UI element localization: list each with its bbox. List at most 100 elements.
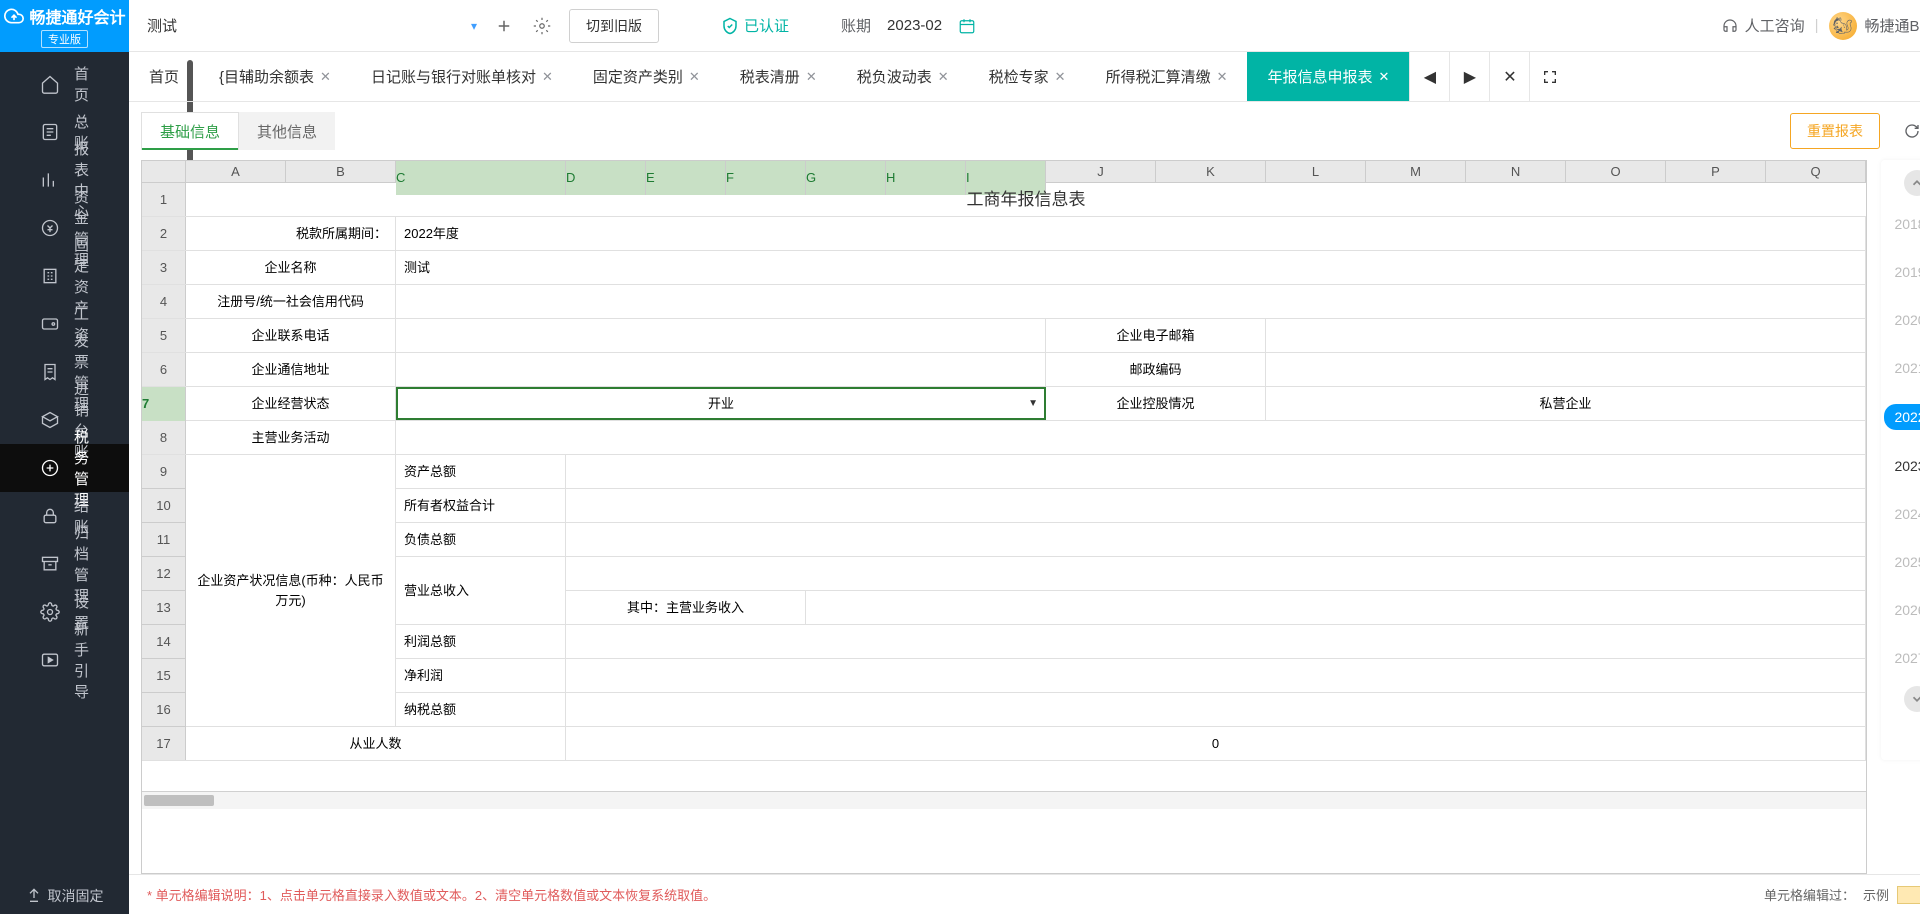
close-icon[interactable]: ✕ (320, 69, 331, 85)
cell[interactable]: 资产总额 (396, 455, 566, 488)
subtab-other[interactable]: 其他信息 (239, 112, 335, 150)
colhdr-m[interactable]: M (1366, 161, 1466, 182)
merged-cell[interactable]: 企业资产状况信息(币种：人民币万元) (186, 455, 396, 727)
rowhdr[interactable]: 14 (142, 625, 185, 659)
cell[interactable] (396, 353, 1046, 386)
nav-reports[interactable]: 报表中心 (0, 156, 129, 204)
close-icon[interactable]: ✕ (806, 69, 817, 85)
close-icon[interactable]: ✕ (938, 69, 949, 85)
rowhdr[interactable]: 3 (142, 251, 186, 284)
horizontal-scrollbar[interactable] (142, 791, 1866, 809)
year-up-button[interactable] (1904, 170, 1920, 196)
year-option-active[interactable]: 2022年 (1884, 404, 1920, 430)
cell[interactable] (566, 659, 1866, 692)
cell[interactable]: 所有者权益合计 (396, 489, 566, 522)
cell[interactable] (1266, 319, 1866, 352)
cell[interactable] (566, 557, 1866, 590)
cell[interactable]: 企业控股情况 (1046, 387, 1266, 420)
tabs-close-button[interactable]: ✕ (1489, 52, 1529, 101)
cell[interactable] (566, 455, 1866, 488)
tab-asset-cat[interactable]: 固定资产类别✕ (573, 52, 720, 101)
year-option[interactable]: 2021年 (1894, 344, 1920, 392)
nav-psi[interactable]: 进销台账 (0, 396, 129, 444)
cell[interactable]: 企业联系电话 (186, 319, 396, 352)
cell[interactable] (566, 625, 1866, 658)
year-option[interactable]: 2020年 (1894, 296, 1920, 344)
cell[interactable]: 纳税总额 (396, 693, 566, 726)
select-all-corner[interactable] (142, 161, 186, 182)
rowhdr[interactable]: 2 (142, 217, 186, 250)
cell[interactable]: 0 (566, 727, 1866, 760)
nav-salary[interactable]: 工资 (0, 300, 129, 348)
spreadsheet[interactable]: A B C D E F G H I J K L M N O P Q (141, 160, 1867, 874)
tab-tax-move[interactable]: 税负波动表✕ (837, 52, 969, 101)
nav-funds[interactable]: 资金管理 (0, 204, 129, 252)
cell[interactable]: 利润总额 (396, 625, 566, 658)
cell[interactable] (566, 693, 1866, 726)
close-icon[interactable]: ✕ (689, 69, 700, 85)
cell[interactable]: 注册号/统一社会信用代码 (186, 285, 396, 318)
nav-assets[interactable]: 固定资产 (0, 252, 129, 300)
cell[interactable]: 税款所属期间： (186, 217, 396, 250)
switch-old-button[interactable]: 切到旧版 (569, 9, 659, 43)
year-option[interactable]: 2026年 (1894, 586, 1920, 634)
colhdr-l[interactable]: L (1266, 161, 1366, 182)
colhdr-k[interactable]: K (1156, 161, 1266, 182)
rowhdr[interactable]: 5 (142, 319, 186, 352)
consult-button[interactable]: 人工咨询 (1721, 15, 1805, 36)
cell[interactable]: 主营业务活动 (186, 421, 396, 454)
reset-button[interactable]: 重置报表 (1790, 113, 1880, 149)
cell[interactable]: 企业通信地址 (186, 353, 396, 386)
cell[interactable] (396, 319, 1046, 352)
logo[interactable]: 畅捷通好会计 专业版 (0, 0, 129, 52)
cell[interactable]: 净利润 (396, 659, 566, 692)
year-down-button[interactable] (1904, 686, 1920, 712)
tabs-next-button[interactable]: ▶ (1449, 52, 1489, 101)
cell[interactable]: 营业总收入 (396, 557, 566, 624)
tab-balance[interactable]: {目辅助余额表✕ (199, 52, 351, 101)
refresh-button[interactable]: 刷新 (1904, 121, 1920, 141)
nav-guide[interactable]: 新手引导 (0, 636, 129, 684)
cell[interactable] (396, 421, 1866, 454)
year-option[interactable]: 2025年 (1894, 538, 1920, 586)
close-icon[interactable]: ✕ (1217, 69, 1228, 85)
tabs-prev-button[interactable]: ◀ (1409, 52, 1449, 101)
calendar-icon[interactable] (958, 17, 976, 35)
nav-home[interactable]: 首页 (0, 60, 129, 108)
cell[interactable] (396, 285, 1866, 318)
add-button[interactable] (493, 15, 515, 37)
nav-tax[interactable]: 税务管理 (0, 444, 129, 492)
user-menu[interactable]: 🐿 畅捷通B组... (1829, 12, 1920, 40)
colhdr-j[interactable]: J (1046, 161, 1156, 182)
tab-home[interactable]: 首页 (129, 52, 199, 101)
cell[interactable]: 负债总额 (396, 523, 566, 556)
settings-button[interactable] (531, 15, 553, 37)
year-option[interactable]: 2018年 (1894, 200, 1920, 248)
close-icon[interactable]: ✕ (1055, 69, 1066, 85)
rowhdr[interactable]: 6 (142, 353, 186, 386)
cell[interactable] (806, 591, 1866, 625)
rowhdr[interactable]: 4 (142, 285, 186, 318)
cell[interactable]: 私营企业 (1266, 387, 1866, 420)
scrollbar-thumb[interactable] (144, 795, 214, 806)
tab-annual-report[interactable]: 年报信息申报表✕ (1247, 52, 1409, 101)
colhdr-p[interactable]: P (1666, 161, 1766, 182)
rowhdr[interactable]: 7 (142, 387, 186, 421)
cell[interactable] (566, 489, 1866, 522)
cell[interactable]: 企业电子邮箱 (1046, 319, 1266, 352)
nav-ledger[interactable]: 总账 (0, 108, 129, 156)
rowhdr[interactable]: 10 (142, 489, 185, 523)
year-option[interactable]: 2023年 (1894, 442, 1920, 490)
subtab-basic[interactable]: 基础信息 (141, 112, 239, 150)
unpin-button[interactable]: 取消固定 (0, 878, 129, 914)
cell[interactable]: 企业经营状态 (186, 387, 396, 420)
rowhdr[interactable]: 9 (142, 455, 185, 489)
cell[interactable]: 其中：主营业务收入 (566, 591, 806, 625)
cell[interactable]: 2022年度 (396, 217, 1866, 250)
rowhdr[interactable]: 15 (142, 659, 185, 693)
active-cell-dropdown[interactable]: 开业▼ (396, 387, 1046, 420)
tab-tax-expert[interactable]: 税检专家✕ (969, 52, 1086, 101)
colhdr-q[interactable]: Q (1766, 161, 1866, 182)
rowhdr[interactable]: 12 (142, 557, 185, 591)
year-option[interactable]: 2024年 (1894, 490, 1920, 538)
